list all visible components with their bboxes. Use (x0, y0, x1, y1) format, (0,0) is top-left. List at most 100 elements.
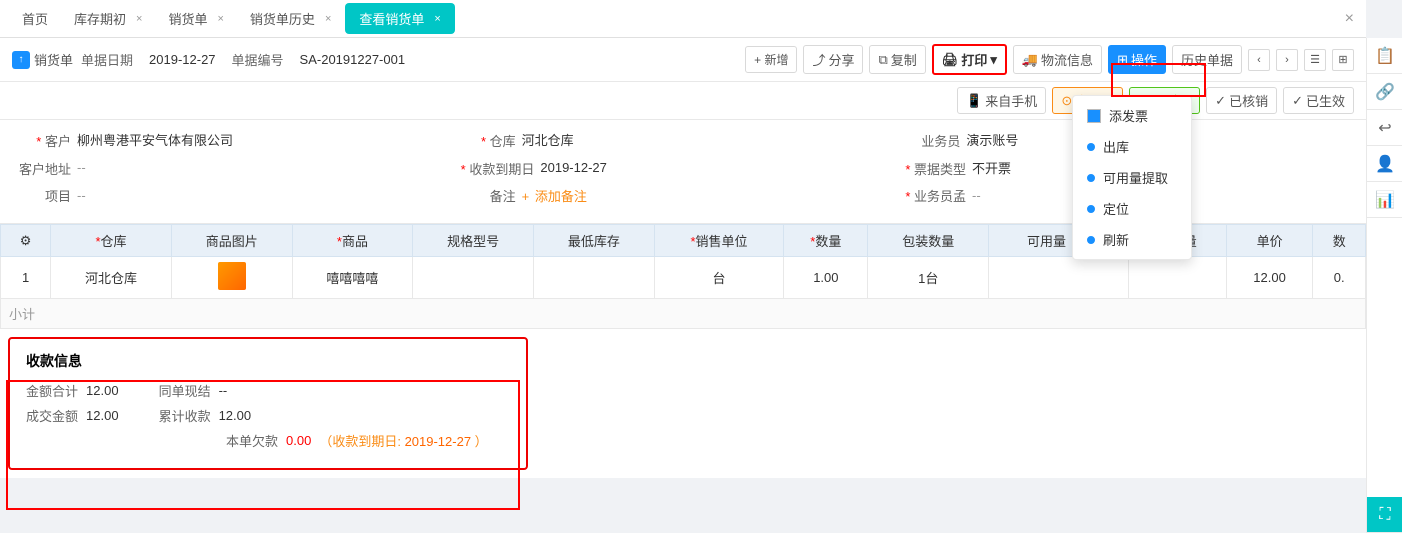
due-text: （收款到期日: 2019-12-27 ） (319, 431, 487, 450)
staff2-value[interactable]: -- (972, 188, 981, 204)
project-value[interactable]: -- (77, 188, 86, 204)
transaction-value: 12.00 (86, 408, 119, 423)
cancelled-button[interactable]: ✓ 已核销 (1206, 87, 1277, 114)
list-view-button[interactable]: ☰ (1304, 49, 1326, 71)
customer-value[interactable]: 柳州粤港平安气体有限公司 (77, 130, 233, 150)
share-button[interactable]: ⤴ 分享 (803, 45, 863, 74)
history-button[interactable]: 历史单据 (1172, 45, 1242, 74)
sidebar-icon-5[interactable]: 📊 (1367, 182, 1402, 218)
sidebar-icon-2[interactable]: 🔗 (1367, 74, 1402, 110)
owed-label: 本单欠款 (226, 431, 278, 450)
staff-value[interactable]: 演示账号 (966, 130, 1018, 150)
row-available (989, 257, 1129, 299)
col-price: 单价 (1226, 225, 1313, 257)
address-value[interactable]: -- (77, 160, 86, 176)
row-image (171, 257, 292, 299)
table-row[interactable]: 1 河北仓库 嘻嘻嘻嘻 台 1.00 1台 12.00 (1, 257, 1366, 299)
settlement-label: 同单现结 (159, 381, 211, 400)
invoice-icon (1087, 109, 1101, 123)
effective-button[interactable]: ✓ 已生效 (1283, 87, 1354, 114)
copy-button[interactable]: ⧉ 复制 (869, 45, 925, 74)
effective-icon: ✓ (1292, 93, 1303, 109)
owed: 本单欠款 0.00 （收款到期日: 2019-12-27 ） (226, 431, 488, 450)
sidebar-icon-1[interactable]: 📋 (1367, 38, 1402, 74)
tab-inventory[interactable]: 库存期初 × (62, 3, 154, 34)
address-field: 客户地址 -- (16, 159, 461, 178)
transaction-label: 成交金额 (26, 406, 78, 425)
dropdown-refresh[interactable]: 刷新 (1073, 224, 1191, 255)
number-label: 单据编号 (232, 50, 284, 69)
doc-type-label: 销货单 (34, 50, 73, 69)
add-note-button[interactable]: + 添加备注 (522, 186, 587, 205)
warehouse-value[interactable]: 河北仓库 (522, 130, 574, 150)
new-button[interactable]: + 新增 (745, 46, 797, 73)
sidebar-expand-button[interactable]: ⛶ (1367, 497, 1402, 533)
window-close-button[interactable]: × (1345, 10, 1354, 28)
tab-sales-history-label: 销货单历史 (250, 9, 315, 28)
logistics-button[interactable]: 🚚 物流信息 (1013, 45, 1102, 74)
doc-toolbar: ↑ 销货单 单据日期 2019-12-27 单据编号 SA-20191227-0… (0, 38, 1366, 82)
gear-icon[interactable]: ⚙ (20, 233, 32, 248)
col-product: *商品 (292, 225, 413, 257)
col-image: 商品图片 (171, 225, 292, 257)
tab-inventory-close[interactable]: × (136, 13, 142, 25)
doc-type-tag: ↑ 销货单 (12, 50, 73, 69)
locate-dot (1087, 205, 1095, 213)
total-label: 金额合计 (26, 381, 78, 400)
sidebar-icon-3[interactable]: ↩ (1367, 110, 1402, 146)
col-settings[interactable]: ⚙ (1, 225, 51, 257)
date-value: 2019-12-27 (149, 52, 216, 67)
operate-button[interactable]: ⊞ 操作 (1108, 45, 1166, 74)
add-note-icon: + (522, 189, 530, 204)
col-amount: 数 (1313, 225, 1366, 257)
tab-sales[interactable]: 销货单 × (156, 3, 235, 34)
row-package: 1台 (868, 257, 989, 299)
operate-icon: ⊞ (1117, 52, 1128, 68)
owed-value: 0.00 (286, 433, 311, 448)
logistics-icon: 🚚 (1022, 52, 1038, 68)
row-current (1128, 257, 1226, 299)
tab-sales-label: 销货单 (168, 9, 207, 28)
locate-label: 定位 (1103, 199, 1129, 218)
cumulative-label: 累计收款 (159, 406, 211, 425)
prev-button[interactable]: ‹ (1248, 49, 1270, 71)
dropdown-locate[interactable]: 定位 (1073, 193, 1191, 224)
tab-home[interactable]: 首页 (10, 3, 60, 34)
tab-sales-history-close[interactable]: × (325, 13, 331, 25)
cumulative-value: 12.00 (219, 408, 252, 423)
dropdown-available[interactable]: 可用量提取 (1073, 162, 1191, 193)
payment-row-3: 本单欠款 0.00 （收款到期日: 2019-12-27 ） (26, 431, 510, 450)
print-button[interactable]: 🖨 打印 ▾ (932, 44, 1007, 75)
right-sidebar: 📋 🔗 ↩ 👤 📊 ⛶ (1366, 38, 1402, 533)
tab-bar: 首页 库存期初 × 销货单 × 销货单历史 × 查看销货单 × × (0, 0, 1366, 38)
refresh-label: 刷新 (1103, 230, 1129, 249)
payment-info-title: 收款信息 (26, 351, 510, 371)
dropdown-add-invoice[interactable]: 添发票 (1073, 100, 1191, 131)
tab-sales-history[interactable]: 销货单历史 × (238, 3, 343, 34)
tab-view-sales-close[interactable]: × (434, 13, 440, 25)
product-image (218, 262, 246, 290)
settlement-value: -- (219, 383, 228, 398)
tab-view-sales[interactable]: 查看销货单 × (345, 3, 454, 34)
from-phone-button[interactable]: 📱 来自手机 (957, 87, 1046, 114)
grid-view-button[interactable]: ⊞ (1332, 49, 1354, 71)
tab-inventory-label: 库存期初 (74, 9, 126, 28)
ticket-type-value[interactable]: 不开票 (972, 158, 1011, 178)
row-price: 12.00 (1226, 257, 1313, 299)
payment-row-2: 成交金额 12.00 累计收款 12.00 (26, 406, 510, 425)
unchecked-icon: ⊙ (1061, 93, 1072, 109)
payment-date-value[interactable]: 2019-12-27 (540, 160, 607, 176)
number-value: SA-20191227-001 (300, 52, 406, 67)
tab-sales-close[interactable]: × (217, 13, 223, 25)
warehouse-label: * 仓库 (461, 131, 516, 150)
share-icon: ⤴ (812, 50, 825, 69)
toolbar-actions: + 新增 ⤴ 分享 ⧉ 复制 🖨 打印 ▾ 🚚 物流信息 (745, 44, 1354, 75)
row-quantity: 1.00 (784, 257, 868, 299)
dropdown-outbound[interactable]: 出库 (1073, 131, 1191, 162)
staff2-label: * 业务员孟 (905, 186, 966, 205)
add-invoice-label: 添发票 (1109, 106, 1148, 125)
copy-icon: ⧉ (878, 52, 887, 68)
col-warehouse: *仓库 (51, 225, 172, 257)
sidebar-icon-4[interactable]: 👤 (1367, 146, 1402, 182)
next-button[interactable]: › (1276, 49, 1298, 71)
